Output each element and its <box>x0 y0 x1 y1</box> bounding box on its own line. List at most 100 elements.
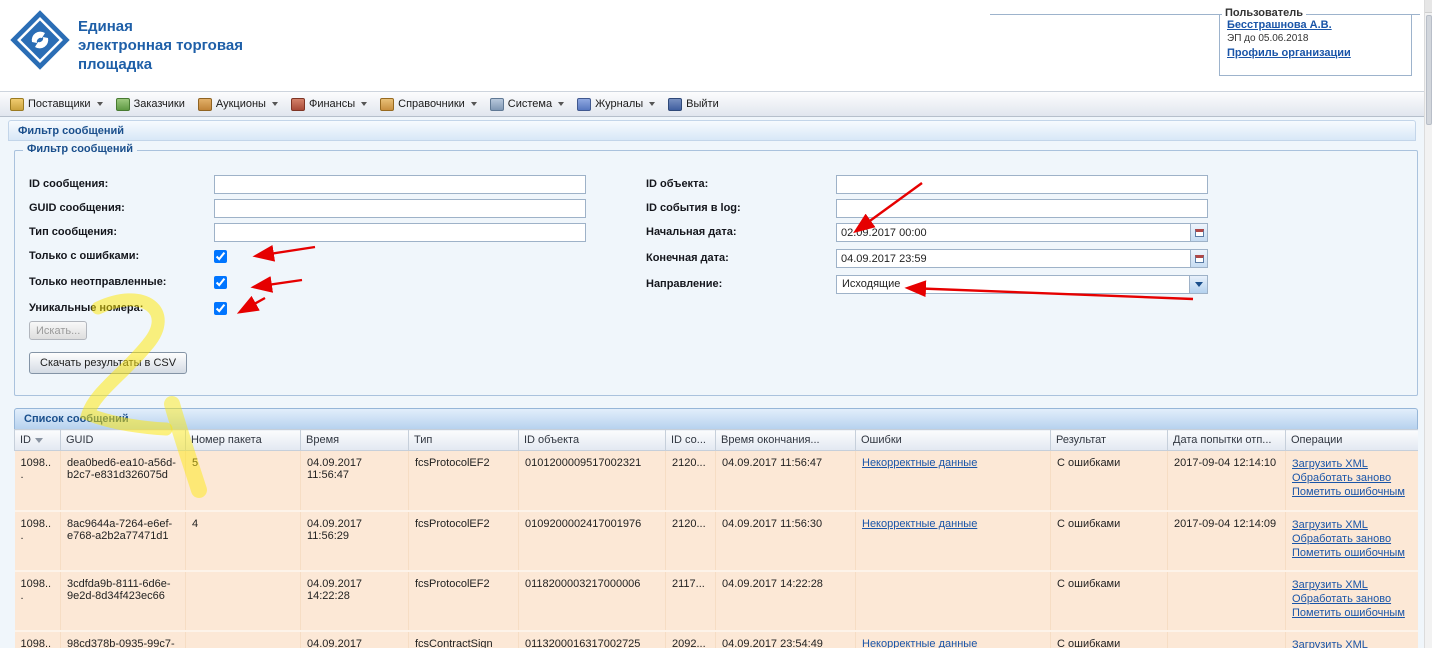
page-title: Фильтр сообщений <box>8 120 1416 141</box>
direction-select[interactable]: Исходящие <box>836 275 1208 294</box>
reprocess-link[interactable]: Обработать заново <box>1292 532 1412 546</box>
column-header-id[interactable]: ID <box>14 429 61 451</box>
object-id-input[interactable] <box>836 175 1208 194</box>
cell-operations: Загрузить XML Обработать заново Пометить… <box>1285 510 1418 572</box>
cell-end-time: 04.09.2017 11:56:30 <box>715 510 856 572</box>
exit-icon <box>668 97 683 111</box>
column-header-operations[interactable]: Операции <box>1285 429 1418 451</box>
cell-id-so: 2120... <box>665 450 716 512</box>
column-header-time[interactable]: Время <box>300 429 409 451</box>
cell-time: 04.09.2017 11:56:47 <box>300 450 409 512</box>
vertical-scrollbar[interactable] <box>1424 0 1432 648</box>
end-date-calendar-button[interactable] <box>1190 250 1207 267</box>
error-details-link[interactable]: Некорректные данные <box>862 638 977 648</box>
table-header-row: ID GUID Номер пакета Время Тип ID объект… <box>14 429 1418 451</box>
menu-item-customers[interactable]: Заказчики <box>112 95 194 114</box>
start-date-calendar-button[interactable] <box>1190 224 1207 241</box>
menu-item-directories[interactable]: Справочники <box>376 95 486 114</box>
menu-item-system[interactable]: Система <box>486 95 573 114</box>
main-content: Фильтр сообщений Фильтр сообщений ID соо… <box>0 117 1424 648</box>
sort-icon <box>35 437 43 443</box>
user-name-link[interactable]: Бесстрашнова А.В. <box>1227 19 1404 32</box>
reprocess-link[interactable]: Обработать заново <box>1292 471 1412 485</box>
cell-result: С ошибками <box>1050 570 1168 632</box>
cell-type: fcsContractSign <box>408 630 519 648</box>
menu-item-exit[interactable]: Выйти <box>664 95 728 114</box>
message-guid-input[interactable] <box>214 199 586 218</box>
cell-end-time: 04.09.2017 14:22:28 <box>715 570 856 632</box>
cell-object-id: 0118200003217000006 <box>518 570 666 632</box>
load-xml-link[interactable]: Загрузить XML <box>1292 578 1412 592</box>
scrollbar-thumb[interactable] <box>1426 15 1432 125</box>
end-date-label: Конечная дата: <box>646 252 729 264</box>
load-xml-link[interactable]: Загрузить XML <box>1292 638 1412 648</box>
menu-item-suppliers[interactable]: Поставщики <box>6 95 112 114</box>
load-xml-link[interactable]: Загрузить XML <box>1292 457 1412 471</box>
column-header-id-so[interactable]: ID со... <box>665 429 716 451</box>
cell-operations: Загрузить XML Обработать заново Пометить… <box>1285 570 1418 632</box>
column-header-package[interactable]: Номер пакета <box>185 429 301 451</box>
cell-attempt-date <box>1167 570 1286 632</box>
only-unsent-checkbox[interactable] <box>214 276 227 289</box>
menu-item-auctions[interactable]: Аукционы <box>194 95 287 114</box>
mark-erroneous-link[interactable]: Пометить ошибочным <box>1292 546 1412 560</box>
start-date-input[interactable] <box>836 223 1208 242</box>
mark-erroneous-link[interactable]: Пометить ошибочным <box>1292 606 1412 620</box>
directories-icon <box>380 97 395 111</box>
cell-type: fcsProtocolEF2 <box>408 450 519 512</box>
menu-item-journals[interactable]: Журналы <box>573 95 664 114</box>
menu-label: Выйти <box>686 98 719 110</box>
error-details-link[interactable]: Некорректные данные <box>862 457 977 469</box>
log-event-id-input[interactable] <box>836 199 1208 218</box>
column-header-guid[interactable]: GUID <box>60 429 186 451</box>
calendar-icon <box>1194 254 1204 263</box>
chevron-down-icon <box>361 102 368 106</box>
column-header-type[interactable]: Тип <box>408 429 519 451</box>
reprocess-link[interactable]: Обработать заново <box>1292 592 1412 606</box>
cell-errors: Некорректные данные <box>855 450 1051 512</box>
cell-id: 1098... <box>14 450 61 512</box>
org-profile-link[interactable]: Профиль организации <box>1227 47 1404 60</box>
column-header-errors[interactable]: Ошибки <box>855 429 1051 451</box>
column-header-attempt-date[interactable]: Дата попытки отп... <box>1167 429 1286 451</box>
column-header-result[interactable]: Результат <box>1050 429 1168 451</box>
load-xml-link[interactable]: Загрузить XML <box>1292 518 1412 532</box>
cell-type: fcsProtocolEF2 <box>408 510 519 572</box>
chevron-down-icon <box>96 102 103 106</box>
scrollbar-up-icon[interactable] <box>1425 0 1432 13</box>
message-type-label: Тип сообщения: <box>29 226 117 238</box>
column-header-end-time[interactable]: Время окончания... <box>715 429 856 451</box>
search-button[interactable]: Искать... <box>29 321 87 340</box>
mark-erroneous-link[interactable]: Пометить ошибочным <box>1292 485 1412 499</box>
message-id-input[interactable] <box>214 175 586 194</box>
cell-id: 1098... <box>14 630 61 648</box>
cell-end-time: 04.09.2017 11:56:47 <box>715 450 856 512</box>
journals-icon <box>577 97 592 111</box>
cell-object-id: 0109200002417001976 <box>518 510 666 572</box>
menu-item-finance[interactable]: Финансы <box>287 95 376 114</box>
cell-object-id: 0101200009517002321 <box>518 450 666 512</box>
download-csv-button[interactable]: Скачать результаты в CSV <box>29 352 188 374</box>
cell-time: 04.09.2017 14:22:28 <box>300 570 409 632</box>
cell-operations: Загрузить XML Обработать заново Пометить… <box>1285 450 1418 512</box>
chevron-down-icon <box>1194 282 1203 287</box>
table-row: 1098... 3cdfda9b-8111-6d6e-9e2d-8d34f423… <box>14 570 1418 632</box>
column-label: ID <box>20 434 31 446</box>
direction-dropdown-button[interactable] <box>1189 276 1207 293</box>
brand-line-1: Единая <box>78 18 133 35</box>
cell-operations: Загрузить XML Обработать заново Пометить… <box>1285 630 1418 648</box>
column-header-object-id[interactable]: ID объекта <box>518 429 666 451</box>
start-date-label: Начальная дата: <box>646 226 737 238</box>
auctions-icon <box>197 97 212 111</box>
cell-guid: dea0bed6-ea10-a56d-b2c7-e831d326075d <box>60 450 186 512</box>
message-type-input[interactable] <box>214 223 586 242</box>
error-details-link[interactable]: Некорректные данные <box>862 518 977 530</box>
end-date-input[interactable] <box>836 249 1208 268</box>
object-id-label: ID объекта: <box>646 178 709 190</box>
only-errors-checkbox[interactable] <box>214 250 227 263</box>
unique-numbers-checkbox[interactable] <box>214 302 227 315</box>
cell-result: С ошибками <box>1050 630 1168 648</box>
start-date-field <box>836 223 1208 242</box>
cell-object-id: 0113200016317002725 <box>518 630 666 648</box>
cell-time: 04.09.2017 11:56:29 <box>300 510 409 572</box>
